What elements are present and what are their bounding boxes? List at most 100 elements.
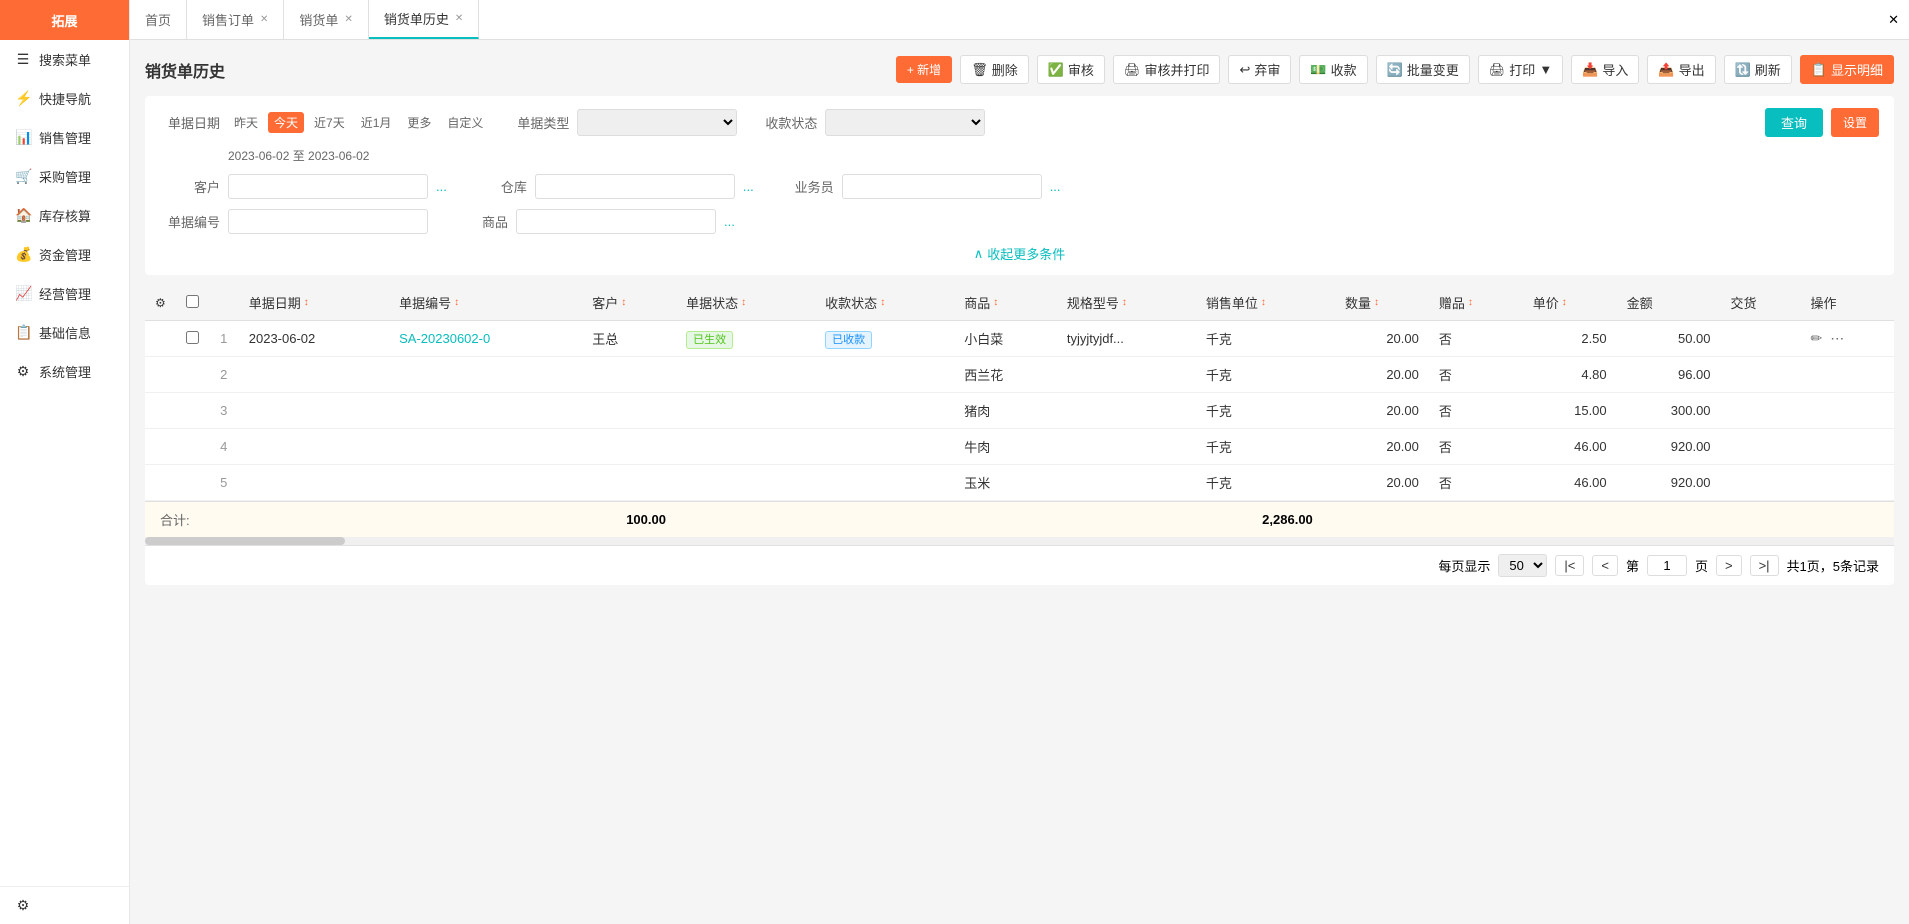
doc-number-input[interactable] [228, 209, 428, 234]
tab-sales-delivery-close[interactable]: ✕ [344, 14, 352, 25]
discard-button[interactable]: ↩ 弃审 [1228, 55, 1291, 84]
tab-sales-order-close[interactable]: ✕ [260, 14, 268, 25]
spec-column-header[interactable]: 规格型号↕ [1057, 285, 1196, 321]
sidebar-item-basic-info[interactable]: 📋 基础信息 [0, 313, 129, 352]
tab-sales-history-close[interactable]: ✕ [455, 13, 463, 24]
export-button[interactable]: 📤 导出 [1647, 55, 1715, 84]
page-size-label: 每页显示 [1438, 556, 1490, 575]
row3-product: 猪肉 [954, 393, 1057, 429]
sidebar-item-label: 基础信息 [39, 323, 91, 342]
date-btn-7days[interactable]: 近7天 [308, 112, 351, 133]
row4-amount: 920.00 [1617, 429, 1721, 465]
row5-docstatus [676, 465, 815, 501]
sidebar-item-settings-bottom[interactable]: ⚙ [0, 887, 129, 924]
date-btn-custom[interactable]: 自定义 [441, 112, 489, 133]
purchase-icon: 🛒 [15, 168, 31, 185]
row2-transaction [1721, 357, 1801, 393]
row1-checkbox[interactable] [176, 321, 209, 357]
new-button[interactable]: + 新增 [896, 56, 952, 83]
total-pages-label: 共1页，5条记录 [1787, 556, 1879, 575]
date-btn-more[interactable]: 更多 [401, 112, 437, 133]
audit-print-button[interactable]: 🖨 审核并打印 [1113, 55, 1221, 84]
tab-close-all[interactable]: ✕ [1878, 0, 1909, 39]
payment-status-select[interactable] [825, 109, 985, 136]
table-body: 1 2023-06-02 SA-20230602-0 王总 已生效 已收款 小白… [145, 321, 1894, 501]
scrollbar-thumb[interactable] [145, 537, 345, 545]
query-button[interactable]: 查询 [1765, 108, 1823, 137]
filter-settings-button[interactable]: 设置 [1831, 108, 1879, 137]
print-button[interactable]: 🖨 打印 ▼ [1478, 55, 1563, 84]
date-column-header[interactable]: 单据日期↕ [239, 285, 389, 321]
gear-column-header[interactable]: ⚙ [145, 285, 176, 321]
sidebar-item-inventory[interactable]: 🏠 库存核算 [0, 196, 129, 235]
first-page-button[interactable]: |< [1555, 555, 1584, 576]
next-page-button[interactable]: > [1716, 555, 1742, 576]
row5-checkbox [176, 465, 209, 501]
customer-input[interactable] [228, 174, 428, 199]
sidebar-item-system[interactable]: ⚙ 系统管理 [0, 352, 129, 391]
row1-more-icon[interactable]: ⋯ [1830, 330, 1844, 347]
payment-status-column-header[interactable]: 收款状态↕ [815, 285, 954, 321]
sidebar-item-purchase[interactable]: 🛒 采购管理 [0, 157, 129, 196]
select-all-checkbox[interactable] [186, 295, 199, 308]
show-details-button[interactable]: 📋 显示明细 [1800, 55, 1894, 84]
prev-page-button[interactable]: < [1592, 555, 1618, 576]
refresh-button[interactable]: 🔃 刷新 [1724, 55, 1792, 84]
doc-num-column-header[interactable]: 单据编号↕ [389, 285, 582, 321]
collect-button[interactable]: 💵 收款 [1299, 55, 1367, 84]
doc-status-column-header[interactable]: 单据状态↕ [676, 285, 815, 321]
product-column-header[interactable]: 商品↕ [954, 285, 1057, 321]
page-number-input[interactable] [1647, 555, 1687, 576]
tab-home[interactable]: 首页 [130, 0, 187, 39]
warehouse-more-dots[interactable]: ... [743, 179, 754, 194]
audit-button[interactable]: ✅ 审核 [1037, 55, 1105, 84]
row2-gear [145, 357, 176, 393]
transaction-column-header: 交货 [1721, 285, 1801, 321]
row2-num: 2 [209, 357, 239, 393]
tab-sales-order[interactable]: 销售订单 ✕ [187, 0, 284, 39]
warehouse-input[interactable] [535, 174, 735, 199]
row4-qty: 20.00 [1335, 429, 1429, 465]
row2-date [239, 357, 389, 393]
collapse-button[interactable]: ∧ 收起更多条件 [160, 244, 1879, 263]
sidebar-logo: 拓展 [0, 0, 129, 40]
date-btn-yesterday[interactable]: 昨天 [228, 112, 264, 133]
basic-info-icon: 📋 [15, 324, 31, 341]
qty-column-header[interactable]: 数量↕ [1335, 285, 1429, 321]
sidebar-item-sales[interactable]: 📊 销售管理 [0, 118, 129, 157]
filter-date: 单据日期 昨天 今天 近7天 近1月 更多 自定义 [160, 112, 489, 133]
price-column-header[interactable]: 单价↕ [1523, 285, 1617, 321]
batch-change-button[interactable]: 🔄 批量变更 [1376, 55, 1470, 84]
product-filter-input[interactable] [516, 209, 716, 234]
date-btn-today[interactable]: 今天 [268, 112, 304, 133]
customer-more-dots[interactable]: ... [436, 179, 447, 194]
last-page-button[interactable]: >| [1750, 555, 1779, 576]
row1-docnum[interactable]: SA-20230602-0 [389, 321, 582, 357]
date-btn-1month[interactable]: 近1月 [355, 112, 398, 133]
row5-actions [1801, 465, 1894, 501]
page-size-select[interactable]: 50 [1498, 554, 1547, 577]
row1-edit-icon[interactable]: ✏ [1811, 330, 1823, 347]
delete-button[interactable]: 🗑 删除 [960, 55, 1029, 84]
operations-icon: 📈 [15, 285, 31, 302]
unit-column-header[interactable]: 销售单位↕ [1196, 285, 1335, 321]
gift-column-header[interactable]: 赠品↕ [1429, 285, 1523, 321]
sidebar-item-operations[interactable]: 📈 经营管理 [0, 274, 129, 313]
salesperson-more-dots[interactable]: ... [1050, 179, 1061, 194]
import-button[interactable]: 📥 导入 [1571, 55, 1639, 84]
tab-sales-history[interactable]: 销货单历史 ✕ [369, 0, 479, 39]
sidebar-item-quick-nav[interactable]: ⚡ 快捷导航 [0, 79, 129, 118]
total-label: 合计: [160, 510, 220, 529]
customer-column-header[interactable]: 客户↕ [582, 285, 676, 321]
salesperson-input[interactable] [842, 174, 1042, 199]
row1-select-checkbox[interactable] [186, 331, 199, 344]
horizontal-scrollbar[interactable] [145, 537, 1894, 545]
product-more-dots[interactable]: ... [724, 214, 735, 229]
audit-print-icon: 🖨 [1124, 62, 1141, 78]
row1-docstatus-badge: 已生效 [686, 331, 733, 349]
checkbox-column-header[interactable] [176, 285, 209, 321]
doc-type-select[interactable] [577, 109, 737, 136]
sidebar-item-search-menu[interactable]: ☰ 搜索菜单 [0, 40, 129, 79]
sidebar-item-finance[interactable]: 💰 资金管理 [0, 235, 129, 274]
tab-sales-delivery[interactable]: 销货单 ✕ [284, 0, 368, 39]
